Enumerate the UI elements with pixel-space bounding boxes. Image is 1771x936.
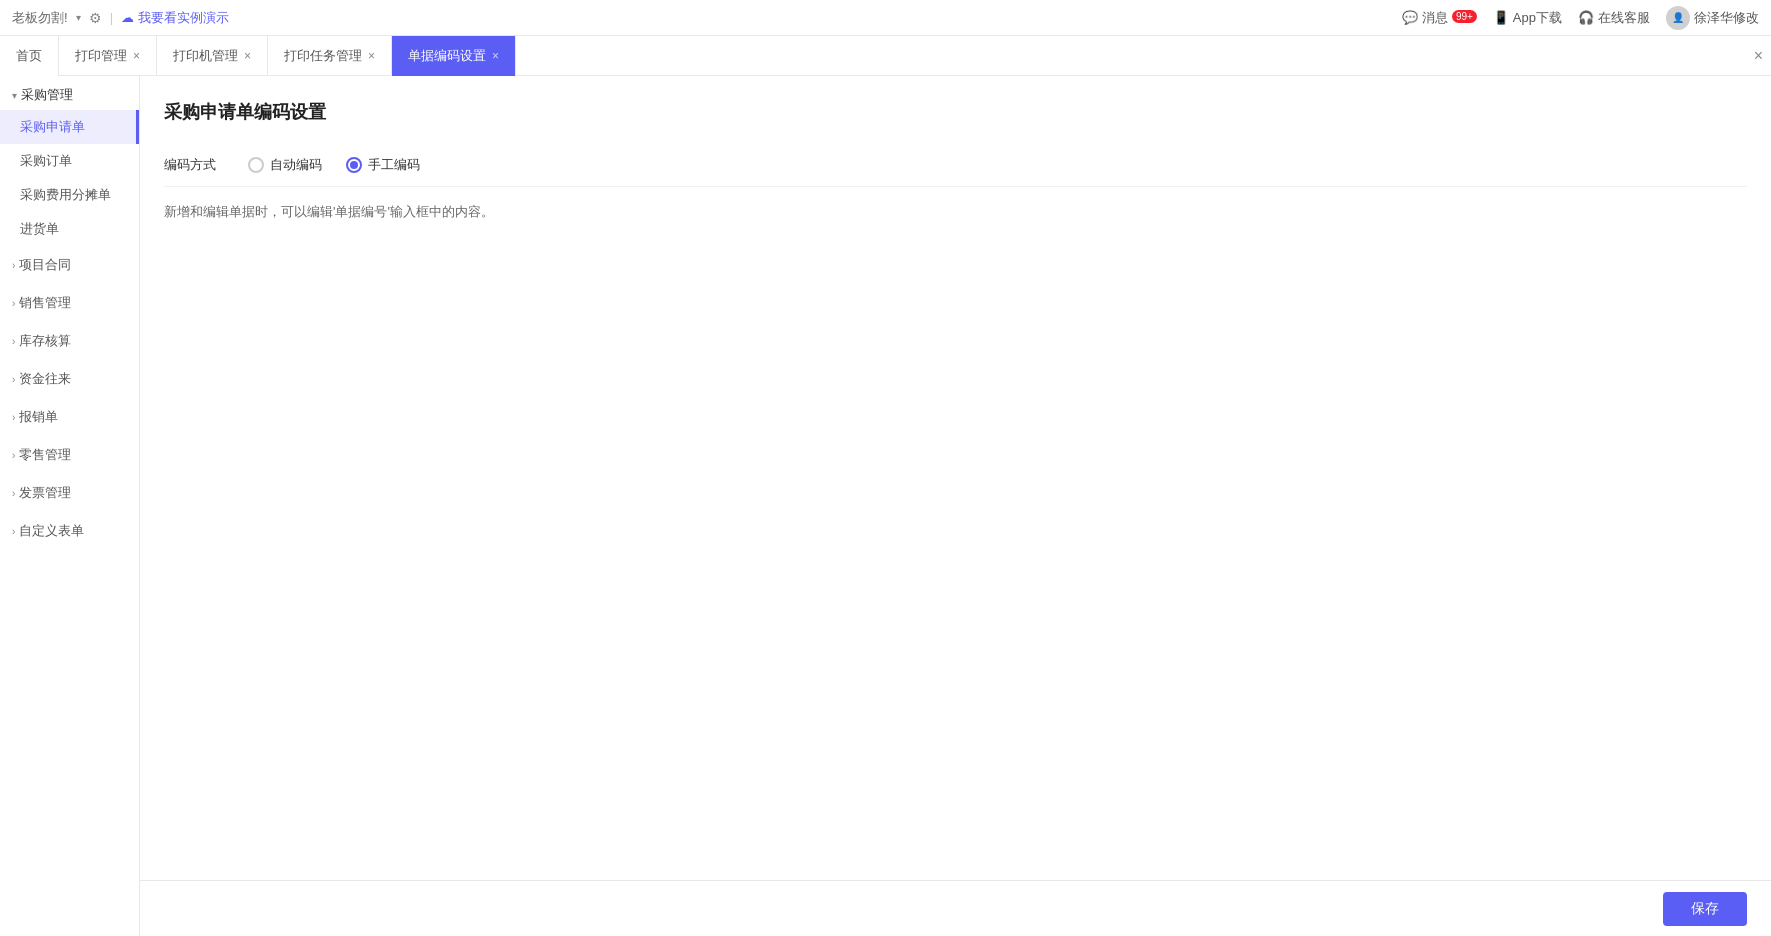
message-icon: 💬 xyxy=(1402,10,1418,25)
tab-print-mgmt-close[interactable]: × xyxy=(133,49,140,63)
sidebar-item-custom-form[interactable]: › 自定义表单 xyxy=(0,512,139,550)
tab-home-label: 首页 xyxy=(16,47,42,65)
tab-printer-mgmt-label: 打印机管理 xyxy=(173,47,238,65)
chevron-right-icon: › xyxy=(12,526,15,537)
tab-print-task-mgmt-label: 打印任务管理 xyxy=(284,47,362,65)
chevron-right-icon: › xyxy=(12,412,15,423)
save-button[interactable]: 保存 xyxy=(1663,892,1747,926)
page-footer: 保存 xyxy=(140,880,1771,936)
top-bar-right: 💬 消息 99+ 📱 App下载 🎧 在线客服 👤 徐泽华修改 xyxy=(1402,6,1759,30)
sidebar-item-invoice-mgmt[interactable]: › 发票管理 xyxy=(0,474,139,512)
sidebar-group-purchase: ▾ 采购管理 采购申请单 采购订单 采购费用分摊单 进货单 xyxy=(0,76,139,246)
encoding-label: 编码方式 xyxy=(164,156,224,174)
sidebar-item-project-contract[interactable]: › 项目合同 xyxy=(0,246,139,284)
chevron-right-icon: › xyxy=(12,374,15,385)
tab-bar: 首页 打印管理 × 打印机管理 × 打印任务管理 × 单据编码设置 × × xyxy=(0,36,1771,76)
tab-printer-mgmt-close[interactable]: × xyxy=(244,49,251,63)
sidebar-item-sales-mgmt[interactable]: › 销售管理 xyxy=(0,284,139,322)
close-all-icon[interactable]: × xyxy=(1754,47,1763,65)
tab-print-mgmt[interactable]: 打印管理 × xyxy=(59,36,157,76)
demo-link[interactable]: ☁ 我要看实例演示 xyxy=(121,9,229,27)
manual-encoding-radio[interactable] xyxy=(346,157,362,173)
chevron-down-icon[interactable]: ▾ xyxy=(76,12,81,23)
chevron-right-icon: › xyxy=(12,336,15,347)
sidebar-item-stock-in[interactable]: 进货单 xyxy=(0,212,139,246)
chevron-down-icon: ▾ xyxy=(12,90,17,101)
app-download-button[interactable]: 📱 App下载 xyxy=(1493,9,1562,27)
auto-encoding-option[interactable]: 自动编码 xyxy=(248,156,322,174)
sidebar-item-purchase-order[interactable]: 采购订单 xyxy=(0,144,139,178)
headset-icon: 🎧 xyxy=(1578,10,1594,25)
tab-bar-right: × xyxy=(516,47,1771,65)
manual-encoding-option[interactable]: 手工编码 xyxy=(346,156,420,174)
sidebar-group-purchase-title[interactable]: ▾ 采购管理 xyxy=(0,76,139,110)
main-content: 采购申请单编码设置 编码方式 自动编码 手工编码 新增和编辑单据时，可以编辑'单… xyxy=(140,76,1771,936)
sidebar-item-inventory[interactable]: › 库存核算 xyxy=(0,322,139,360)
app-title: 老板勿割! xyxy=(12,9,68,27)
tab-print-task-mgmt-close[interactable]: × xyxy=(368,49,375,63)
tab-barcode-settings[interactable]: 单据编码设置 × xyxy=(392,36,516,76)
online-service-button[interactable]: 🎧 在线客服 xyxy=(1578,9,1650,27)
tab-barcode-settings-close[interactable]: × xyxy=(492,49,499,63)
user-profile[interactable]: 👤 徐泽华修改 xyxy=(1666,6,1759,30)
cloud-icon: ☁ xyxy=(121,10,134,25)
sidebar-item-purchase-expense[interactable]: 采购费用分摊单 xyxy=(0,178,139,212)
auto-encoding-radio[interactable] xyxy=(248,157,264,173)
sidebar-item-retail-mgmt[interactable]: › 零售管理 xyxy=(0,436,139,474)
page-title: 采购申请单编码设置 xyxy=(164,100,1747,124)
avatar: 👤 xyxy=(1666,6,1690,30)
message-badge: 99+ xyxy=(1452,10,1477,23)
layout: ▾ 采购管理 采购申请单 采购订单 采购费用分摊单 进货单 › 项目合同 › 销… xyxy=(0,76,1771,936)
sidebar-item-return-sale[interactable]: › 报销单 xyxy=(0,398,139,436)
settings-icon[interactable]: ⚙ xyxy=(89,10,102,26)
top-bar: 老板勿割! ▾ ⚙ | ☁ 我要看实例演示 💬 消息 99+ 📱 App下载 🎧… xyxy=(0,0,1771,36)
tab-print-task-mgmt[interactable]: 打印任务管理 × xyxy=(268,36,392,76)
tab-home[interactable]: 首页 xyxy=(0,36,59,76)
chevron-right-icon: › xyxy=(12,488,15,499)
top-bar-left: 老板勿割! ▾ ⚙ | ☁ 我要看实例演示 xyxy=(12,9,229,27)
radio-dot xyxy=(350,161,358,169)
encoding-row: 编码方式 自动编码 手工编码 xyxy=(164,144,1747,187)
hint-text: 新增和编辑单据时，可以编辑'单据编号'输入框中的内容。 xyxy=(164,203,1747,221)
chevron-right-icon: › xyxy=(12,260,15,271)
sidebar-item-capital[interactable]: › 资金往来 xyxy=(0,360,139,398)
chevron-right-icon: › xyxy=(12,450,15,461)
message-button[interactable]: 💬 消息 99+ xyxy=(1402,9,1477,27)
page-body: 采购申请单编码设置 编码方式 自动编码 手工编码 新增和编辑单据时，可以编辑'单… xyxy=(140,76,1771,936)
phone-icon: 📱 xyxy=(1493,10,1509,25)
chevron-right-icon: › xyxy=(12,298,15,309)
tab-print-mgmt-label: 打印管理 xyxy=(75,47,127,65)
sidebar-item-purchase-request[interactable]: 采购申请单 xyxy=(0,110,139,144)
tab-barcode-settings-label: 单据编码设置 xyxy=(408,47,486,65)
sidebar: ▾ 采购管理 采购申请单 采购订单 采购费用分摊单 进货单 › 项目合同 › 销… xyxy=(0,76,140,936)
tab-printer-mgmt[interactable]: 打印机管理 × xyxy=(157,36,268,76)
